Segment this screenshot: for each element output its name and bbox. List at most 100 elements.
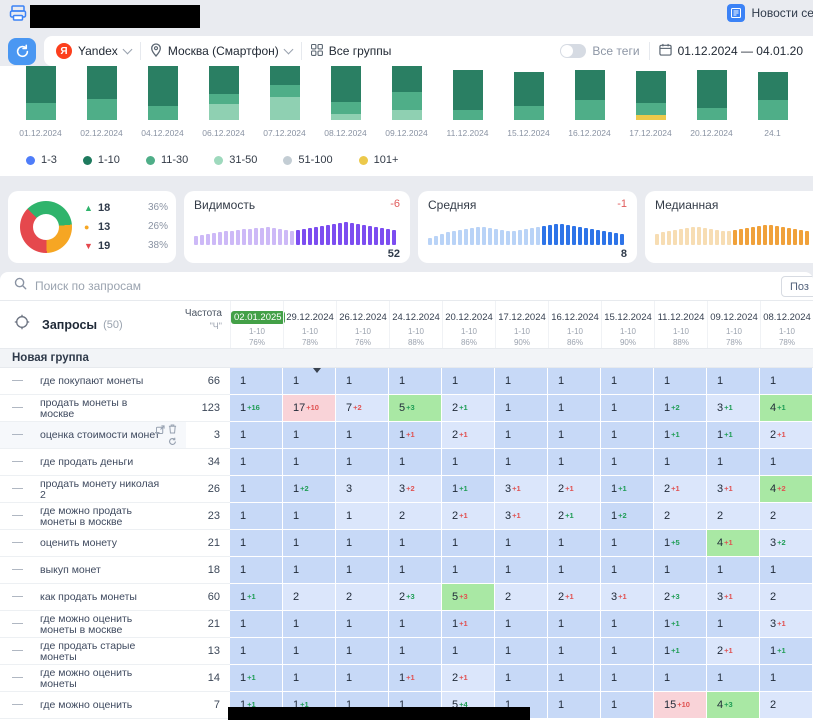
position-cell[interactable]: 2 <box>760 503 813 530</box>
position-cell[interactable]: 1 <box>389 449 442 476</box>
position-cell[interactable]: 1 <box>601 638 654 665</box>
position-cell[interactable]: 2 <box>389 503 442 530</box>
position-cell[interactable]: 1 +5 <box>654 530 707 557</box>
chart-bar[interactable] <box>86 66 117 120</box>
date-column-header[interactable]: 15.12.2024 1-10 90% <box>601 301 654 348</box>
position-cell[interactable]: 1 <box>283 422 336 449</box>
query-label[interactable]: продать монету николая 2 <box>40 478 160 501</box>
position-cell[interactable]: 1 <box>389 368 442 395</box>
search-engine-selector[interactable]: Я Yandex <box>56 43 133 59</box>
position-cell[interactable]: 1 <box>654 368 707 395</box>
row-handle[interactable]: — <box>12 591 23 603</box>
query-cell[interactable]: — где покупают монеты <box>0 368 186 395</box>
toggle-switch[interactable] <box>560 44 587 58</box>
position-cell[interactable]: 1 <box>495 638 548 665</box>
row-handle[interactable]: — <box>12 618 23 630</box>
printer-icon[interactable] <box>8 3 28 28</box>
news-link[interactable]: Новости серв <box>727 4 813 22</box>
position-cell[interactable]: 1 <box>230 476 283 503</box>
position-cell[interactable]: 1 <box>389 557 442 584</box>
position-cell[interactable]: 1 <box>495 557 548 584</box>
query-label[interactable]: выкуп монет <box>40 565 101 576</box>
position-cell[interactable]: 1 <box>283 530 336 557</box>
query-cell[interactable]: — оценка стоимости монет <box>0 422 186 449</box>
position-cell[interactable]: 15 +10 <box>654 692 707 719</box>
legend-item[interactable]: 101+ <box>358 154 398 166</box>
position-cell[interactable]: 1 <box>230 449 283 476</box>
row-handle[interactable]: — <box>12 375 23 387</box>
position-cell[interactable]: 1 <box>495 395 548 422</box>
position-cell[interactable]: 1 <box>336 503 389 530</box>
position-cell[interactable]: 1 <box>442 557 495 584</box>
query-cell[interactable]: — оценить монету <box>0 530 186 557</box>
position-cell[interactable]: 2 <box>760 692 813 719</box>
position-cell[interactable]: 1 <box>283 665 336 692</box>
region-selector[interactable]: Москва (Смартфон) <box>150 42 294 60</box>
query-cell[interactable]: — где можно продать монеты в москве <box>0 503 186 530</box>
position-cell[interactable]: 1 <box>707 665 760 692</box>
position-cell[interactable]: 1 <box>601 611 654 638</box>
position-cell[interactable]: 1 <box>230 611 283 638</box>
position-cell[interactable]: 2 <box>495 584 548 611</box>
chart-bar[interactable] <box>452 66 483 120</box>
date-column-header[interactable]: 29.12.2024 1-10 78% <box>283 301 336 348</box>
row-handle[interactable]: — <box>12 564 23 576</box>
position-cell[interactable]: 1 <box>336 449 389 476</box>
position-cell[interactable]: 1 +2 <box>654 395 707 422</box>
average-position-card[interactable]: Средняя -1 8 <box>418 191 637 263</box>
position-cell[interactable]: 1 <box>601 530 654 557</box>
position-cell[interactable]: 1 <box>283 449 336 476</box>
positions-button[interactable]: Поз <box>781 276 813 297</box>
refresh-icon[interactable] <box>168 437 177 446</box>
position-cell[interactable]: 2 <box>760 584 813 611</box>
row-handle[interactable]: — <box>12 510 23 522</box>
external-link-icon[interactable] <box>155 425 165 435</box>
position-cell[interactable]: 1 <box>442 368 495 395</box>
position-cell[interactable]: 1 +1 <box>707 422 760 449</box>
position-cell[interactable]: 1 <box>601 395 654 422</box>
position-cell[interactable]: 1 <box>548 530 601 557</box>
group-row[interactable]: Новая группа <box>0 349 813 368</box>
position-cell[interactable]: 2 <box>654 503 707 530</box>
position-cell[interactable]: 5 +3 <box>389 395 442 422</box>
query-cell[interactable]: — где можно оценить <box>0 692 186 719</box>
position-cell[interactable]: 3 +1 <box>707 395 760 422</box>
position-cell[interactable]: 17 +10 <box>283 395 336 422</box>
position-cell[interactable]: 4 +1 <box>760 395 813 422</box>
position-cell[interactable]: 3 +1 <box>707 476 760 503</box>
target-icon[interactable] <box>14 314 30 335</box>
position-cell[interactable]: 1 +1 <box>601 476 654 503</box>
position-cell[interactable]: 1 <box>760 665 813 692</box>
date-column-header[interactable]: 17.12.2024 1-10 90% <box>495 301 548 348</box>
query-label[interactable]: продать монеты в москве <box>40 397 160 420</box>
row-handle[interactable]: — <box>12 456 23 468</box>
trash-icon[interactable] <box>168 424 177 434</box>
date-column-header[interactable]: 09.12.2024 1-10 78% <box>707 301 760 348</box>
position-cell[interactable]: 5 +3 <box>442 584 495 611</box>
query-label[interactable]: где можно оценить монеты в москве <box>40 613 160 636</box>
position-cell[interactable]: 3 +1 <box>760 611 813 638</box>
position-cell[interactable]: 1 <box>389 611 442 638</box>
position-cell[interactable]: 1 <box>760 557 813 584</box>
date-column-header[interactable]: 02.01.2025 1-10 76% <box>230 301 285 348</box>
median-position-card[interactable]: Медианная <box>645 191 813 263</box>
query-cell[interactable]: — где можно оценить монеты в москве <box>0 611 186 638</box>
chart-bar[interactable] <box>635 66 666 120</box>
position-cell[interactable]: 1 <box>707 557 760 584</box>
position-cell[interactable]: 1 <box>230 422 283 449</box>
position-cell[interactable]: 1 <box>495 530 548 557</box>
position-cell[interactable]: 1 <box>495 449 548 476</box>
groups-selector[interactable]: Все группы <box>310 43 391 59</box>
position-cell[interactable]: 1 <box>548 422 601 449</box>
position-cell[interactable]: 3 +2 <box>760 530 813 557</box>
position-cell[interactable]: 2 <box>336 584 389 611</box>
position-cell[interactable]: 1 <box>707 611 760 638</box>
query-label[interactable]: оценка стоимости монет <box>40 430 160 441</box>
position-cell[interactable]: 1 <box>654 557 707 584</box>
position-cell[interactable]: 2 +1 <box>442 665 495 692</box>
position-cell[interactable]: 1 <box>601 449 654 476</box>
position-cell[interactable]: 1 <box>230 638 283 665</box>
legend-item[interactable]: 51-100 <box>283 154 333 166</box>
position-cell[interactable]: 1 <box>548 638 601 665</box>
position-cell[interactable]: 4 +2 <box>760 476 813 503</box>
